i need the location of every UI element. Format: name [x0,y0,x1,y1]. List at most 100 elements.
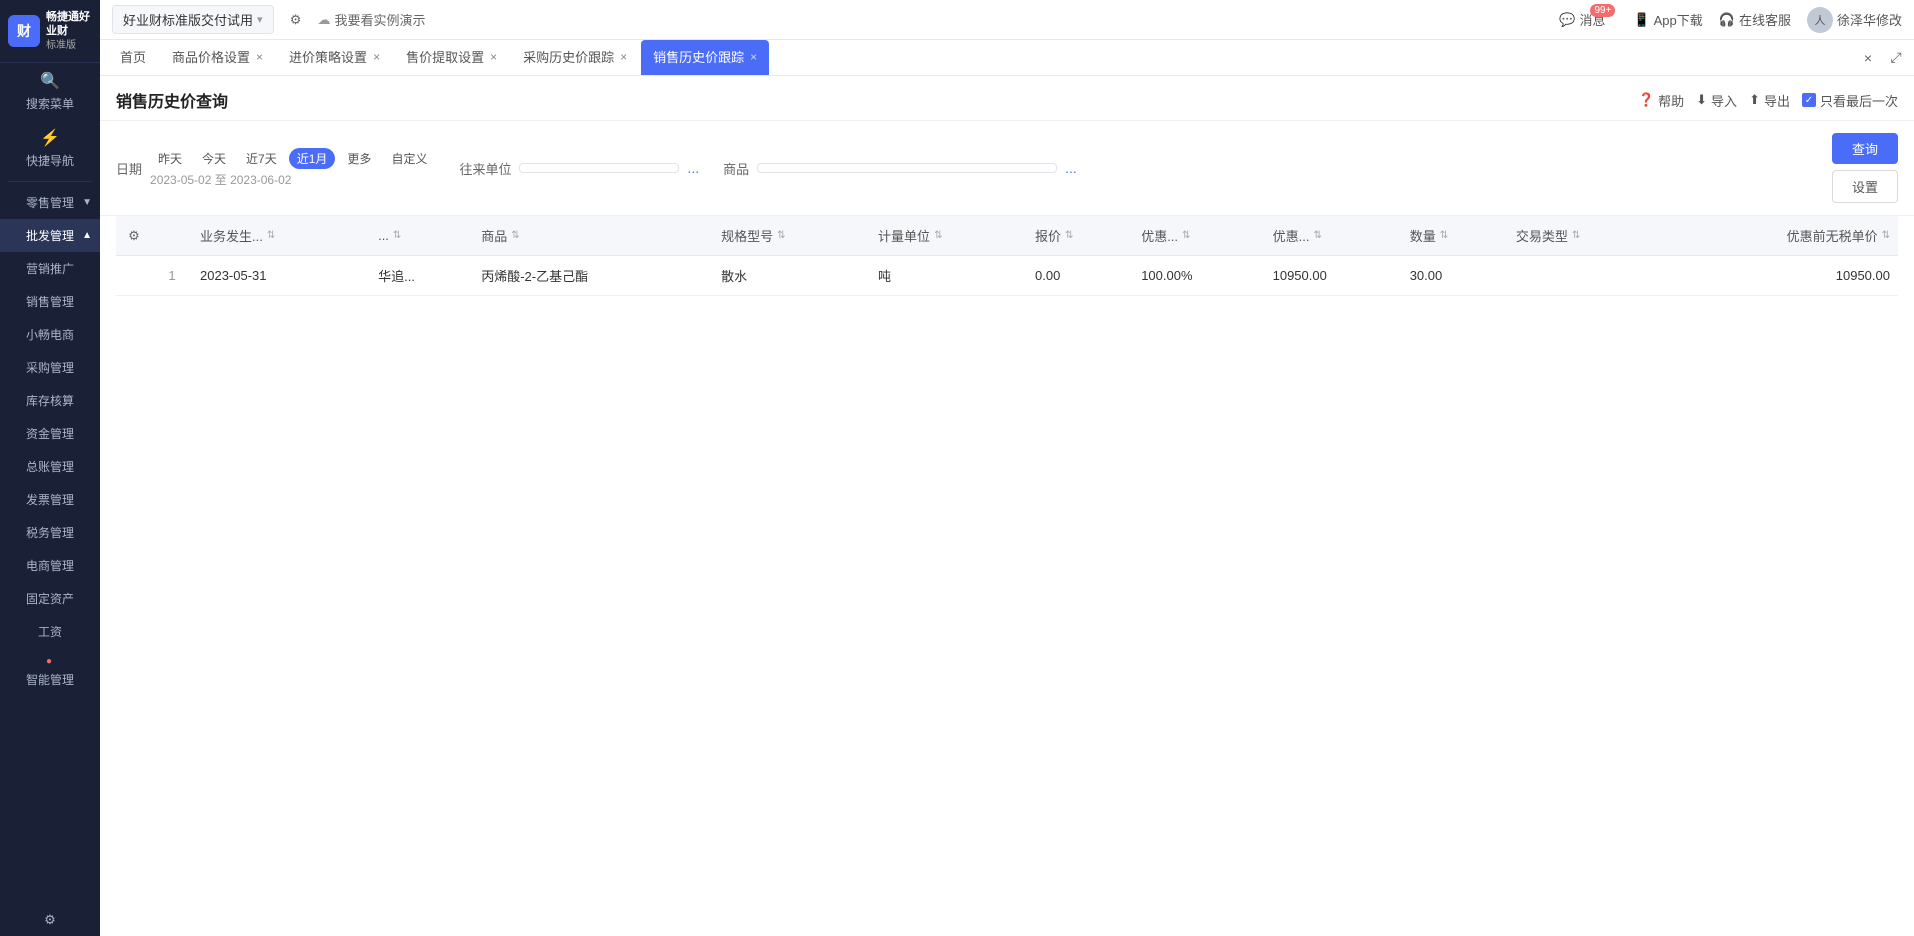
col-spec-label: 规格型号 [721,226,773,245]
col-more[interactable]: ... ⇅ [370,216,473,256]
col-pretax-price-label: 优惠前无税单价 [1787,226,1878,245]
sidebar-item-marketing-label: 营销推广 [26,260,74,277]
sidebar-item-retail[interactable]: 零售管理 ▼ [0,186,100,219]
tab-product-price-label: 商品价格设置 [172,47,250,66]
sidebar-item-inventory[interactable]: 库存核算 [0,384,100,417]
import-icon: ⬇ [1696,92,1707,108]
col-trade-type[interactable]: 交易类型 ⇅ [1508,216,1665,256]
sidebar-item-invoice[interactable]: 发票管理 [0,483,100,516]
sidebar-item-ecommerce[interactable]: 电商管理 [0,549,100,582]
row-trade-type [1508,256,1665,296]
col-quantity[interactable]: 数量 ⇅ [1402,216,1508,256]
sidebar-item-ecommerce-small[interactable]: 小畅电商 [0,318,100,351]
message-badge: 99+ [1590,4,1615,17]
app-download-button[interactable]: 📱 App下载 [1633,10,1702,29]
tab-home[interactable]: 首页 [108,40,158,75]
col-trade-type-label: 交易类型 [1516,226,1568,245]
sort-icon: ⇅ [393,230,401,241]
col-unit[interactable]: 计量单位 ⇅ [870,216,1027,256]
filter-row: 日期 昨天 今天 近7天 近1月 更多 自定义 2023-05-02 至 202… [116,133,1898,203]
tab-purchase-strategy[interactable]: 进价策略设置 × [277,40,392,75]
date-filter-group: 日期 昨天 今天 近7天 近1月 更多 自定义 2023-05-02 至 202… [116,148,435,188]
col-product[interactable]: 商品 ⇅ [473,216,713,256]
sidebar-item-quicknav[interactable]: ⚡ 快捷导航 [0,120,100,177]
sidebar-logo: 财 畅捷通好业财 标准版 [0,0,100,63]
user-menu[interactable]: 人 徐泽华修改 [1807,7,1902,33]
online-service-button[interactable]: 🎧 在线客服 [1719,10,1791,29]
source-unit-ellipsis[interactable]: ... [687,160,699,176]
sidebar-item-marketing[interactable]: 营销推广 [0,252,100,285]
col-price-label: 报价 [1035,226,1061,245]
tab-sale-extract[interactable]: 售价提取设置 × [394,40,509,75]
product-ellipsis[interactable]: ... [1065,160,1077,176]
row-more-col: 华追... [370,256,473,296]
sidebar-item-ledger[interactable]: 总账管理 [0,450,100,483]
close-icon[interactable]: × [490,50,497,64]
close-icon[interactable]: × [373,50,380,64]
sidebar-item-ecommerce-label: 电商管理 [26,557,74,574]
page-container: 销售历史价查询 ❓ 帮助 ⬇ 导入 ⬆ 导出 ✓ 只看最后一次 [100,76,1914,936]
sidebar-item-sales[interactable]: 销售管理 [0,285,100,318]
page-header: 销售历史价查询 ❓ 帮助 ⬇ 导入 ⬆ 导出 ✓ 只看最后一次 [100,76,1914,121]
sidebar-item-tax[interactable]: 税务管理 [0,516,100,549]
date-option-yesterday[interactable]: 昨天 [150,148,190,169]
sort-icon: ⇅ [777,230,785,241]
col-spec[interactable]: 规格型号 ⇅ [713,216,870,256]
sidebar-settings-btn[interactable]: ⚙ [0,904,100,936]
message-button[interactable]: 💬 消息 99+ [1559,10,1605,29]
sidebar: 财 畅捷通好业财 标准版 🔍 搜索菜单 ⚡ 快捷导航 零售管理 ▼ 批发管理 ▲… [0,0,100,936]
sidebar-item-payroll[interactable]: 工资 [0,615,100,648]
date-option-custom[interactable]: 自定义 [383,148,435,169]
date-filter-label: 日期 [116,159,142,178]
expand-window-button[interactable]: ⤢ [1886,48,1906,68]
col-pretax-price[interactable]: 优惠前无税单价 ⇅ [1665,216,1898,256]
version-selector[interactable]: 好业财标准版交付试用 ▾ [112,5,274,34]
close-icon[interactable]: × [750,50,757,64]
topbar-gear-button[interactable]: ⚙ [282,6,310,34]
col-discount2[interactable]: 优惠... ⇅ [1265,216,1402,256]
sidebar-item-purchase[interactable]: 采购管理 [0,351,100,384]
source-unit-input[interactable] [519,163,679,173]
demo-button[interactable]: ☁ 我要看实例演示 [318,10,426,29]
col-unit-label: 计量单位 [878,226,930,245]
close-icon[interactable]: × [620,50,627,64]
sidebar-item-smart[interactable]: ●智能管理 [0,648,100,696]
close-icon[interactable]: × [256,50,263,64]
export-button[interactable]: ⬆ 导出 [1749,91,1790,110]
close-window-button[interactable]: × [1858,48,1878,68]
product-input[interactable] [757,163,1057,173]
col-num [152,216,192,256]
date-option-today[interactable]: 今天 [194,148,234,169]
expand-icon: ⤢ [1890,49,1901,66]
logo-text: 畅捷通好业财 标准版 [46,10,92,52]
date-option-last7[interactable]: 近7天 [238,148,285,169]
query-button[interactable]: 查询 [1832,133,1898,164]
col-biz-date[interactable]: 业务发生... ⇅ [192,216,370,256]
help-label: 帮助 [1658,91,1684,110]
date-option-more[interactable]: 更多 [339,148,379,169]
date-option-last1month[interactable]: 近1月 [289,148,336,169]
chevron-up-icon: ▲ [82,230,92,241]
product-label: 商品 [723,159,749,178]
settings-button[interactable]: 设置 [1832,170,1898,203]
only-last-checkbox[interactable]: ✓ 只看最后一次 [1802,91,1898,110]
sidebar-item-assets[interactable]: 固定资产 [0,582,100,615]
sidebar-item-search[interactable]: 🔍 搜索菜单 [0,63,100,120]
col-price[interactable]: 报价 ⇅ [1027,216,1133,256]
tab-purchase-history[interactable]: 采购历史价跟踪 × [511,40,639,75]
col-discount2-label: 优惠... [1273,226,1310,245]
table-gear-icon[interactable]: ⚙ [128,228,140,243]
col-discount1[interactable]: 优惠... ⇅ [1133,216,1264,256]
sidebar-item-wholesale[interactable]: 批发管理 ▲ [0,219,100,252]
demo-label: 我要看实例演示 [335,10,426,29]
row-product: 丙烯酸-2-乙基己酯 [473,256,713,296]
search-icon: 🔍 [40,71,60,91]
tab-sale-history[interactable]: 销售历史价跟踪 × [641,40,769,75]
help-button[interactable]: ❓ 帮助 [1638,91,1684,110]
import-button[interactable]: ⬇ 导入 [1696,91,1737,110]
sidebar-item-finance[interactable]: 资金管理 [0,417,100,450]
col-discount1-label: 优惠... [1141,226,1178,245]
sort-icon: ⇅ [1440,230,1448,241]
row-quantity: 30.00 [1402,256,1508,296]
tab-product-price[interactable]: 商品价格设置 × [160,40,275,75]
